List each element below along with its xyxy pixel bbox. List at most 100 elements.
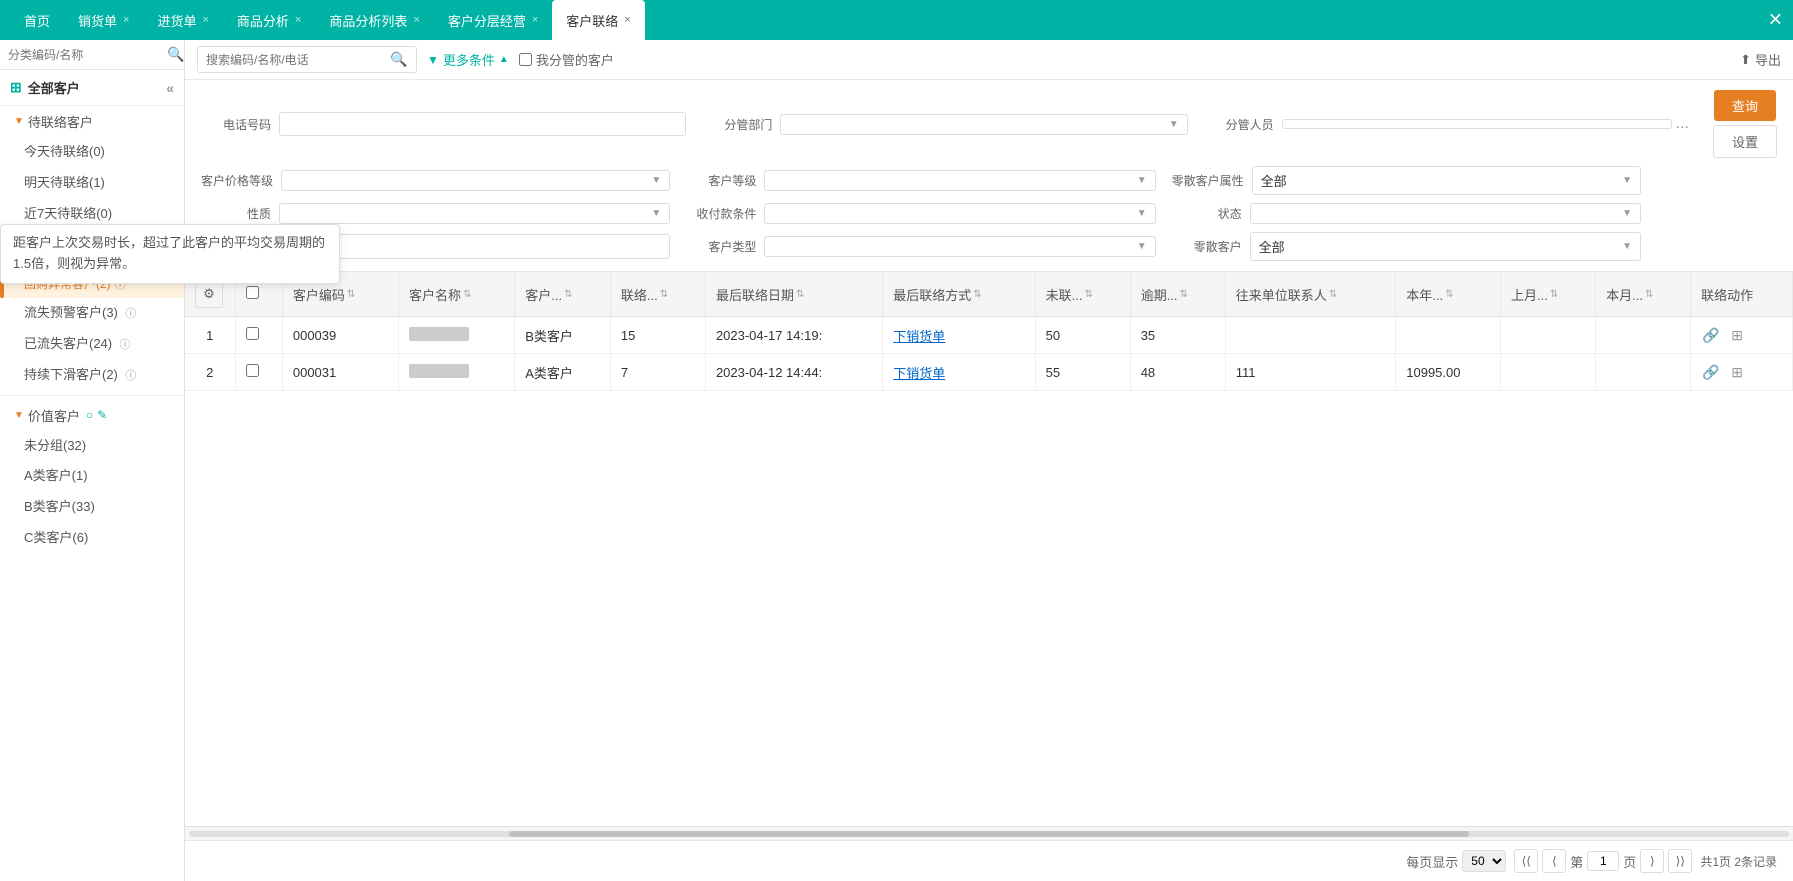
my-customers-checkbox[interactable]: [519, 53, 532, 66]
status-select[interactable]: ▼: [1250, 203, 1641, 224]
scatter-attr-select[interactable]: 全部 ▼: [1252, 166, 1641, 195]
page-number-input[interactable]: [1587, 851, 1619, 871]
more-conditions-arrow: ▲: [499, 54, 509, 65]
prev-page-btn[interactable]: ⟨: [1542, 849, 1566, 873]
col-this-year[interactable]: 本年... ⇅: [1396, 272, 1501, 317]
col-overdue[interactable]: 逾期... ⇅: [1130, 272, 1225, 317]
col-customer-class[interactable]: 客户... ⇅: [515, 272, 611, 317]
window-close-button[interactable]: ✕: [1768, 10, 1783, 31]
customer-level-select[interactable]: ▼: [764, 170, 1155, 191]
value-group-edit-icon[interactable]: ✎: [97, 408, 107, 422]
my-customers-filter[interactable]: 我分管的客户: [519, 50, 614, 69]
manager-select[interactable]: [1282, 119, 1672, 129]
my-customers-label: 我分管的客户: [536, 50, 614, 69]
sidebar-value-c[interactable]: C类客户(6): [0, 523, 184, 554]
next-page-btn[interactable]: ⟩: [1640, 849, 1664, 873]
sidebar-collapse-btn[interactable]: «: [166, 80, 174, 96]
sidebar-value-a[interactable]: A类客户(1): [0, 461, 184, 492]
close-product-analysis-list-tab[interactable]: ×: [413, 14, 419, 26]
nav-purchase[interactable]: 进货单 ×: [143, 0, 222, 40]
row2-contact-person: 111: [1225, 354, 1396, 391]
row2-grid-icon[interactable]: ⊞: [1727, 362, 1747, 382]
customer-level-arrow: ▼: [1137, 175, 1147, 186]
close-customer-contact-tab[interactable]: ×: [624, 14, 630, 26]
price-level-label: 客户价格等级: [201, 172, 273, 189]
col-uncontacted[interactable]: 未联... ⇅: [1035, 272, 1130, 317]
sidebar-value-b[interactable]: B类客户(33): [0, 492, 184, 523]
close-purchase-tab[interactable]: ×: [202, 14, 208, 26]
sidebar-today-pending[interactable]: 今天待联络(0): [0, 137, 184, 168]
sidebar-lost-pre[interactable]: 流失预警客户(3) ⓘ: [0, 298, 184, 329]
col-last-contact-method[interactable]: 最后联络方式 ⇅: [883, 272, 1035, 317]
row2-code[interactable]: 000031: [282, 354, 398, 391]
filter-row-4: ... 客户类型 ▼ 零散客户 全部: [201, 232, 1777, 261]
code-sort-icon: ⇅: [347, 289, 355, 300]
row2-select-checkbox[interactable]: [246, 364, 259, 377]
col-contact-count[interactable]: 联络... ⇅: [610, 272, 705, 317]
sidebar-search-input[interactable]: [8, 48, 163, 62]
top-nav: 首页 销货单 × 进货单 × 商品分析 × 商品分析列表 × 客户分层经营 × …: [0, 0, 1793, 40]
filter-icon: ▼: [427, 53, 439, 67]
sidebar-value-customers-header[interactable]: ▼ 价值客户 ○ ✎: [0, 400, 184, 431]
scroll-thumb[interactable]: [509, 831, 1469, 837]
scatter-customer-select[interactable]: 全部 ▼: [1250, 232, 1641, 261]
col-last-contact-date[interactable]: 最后联络日期 ⇅: [705, 272, 882, 317]
sidebar-continuous-drop[interactable]: 持续下滑客户(2) ⓘ: [0, 360, 184, 391]
main-search-icon[interactable]: 🔍: [390, 51, 407, 68]
nature-select[interactable]: ▼: [279, 203, 670, 224]
all-customers-label: 全部客户: [28, 78, 80, 97]
per-page-select[interactable]: 50: [1462, 850, 1506, 872]
sidebar-tomorrow-pending[interactable]: 明天待联络(1): [0, 168, 184, 199]
manager-dots[interactable]: ...: [1676, 115, 1689, 133]
col-contact-person[interactable]: 往来单位联系人 ⇅: [1225, 272, 1396, 317]
sidebar-value-unassigned[interactable]: 未分组(32): [0, 431, 184, 462]
row1-code[interactable]: 000039: [282, 317, 398, 354]
close-product-analysis-tab[interactable]: ×: [295, 14, 301, 26]
col-customer-name[interactable]: 客户名称 ⇅: [399, 272, 515, 317]
query-button[interactable]: 查询: [1714, 90, 1776, 121]
sidebar: 🔍 ⊞ 全部客户 « ▼ 待联络客户 今天待联络(0) 明天: [0, 40, 185, 881]
payment-select[interactable]: ▼: [764, 203, 1155, 224]
filter-row-1: 电话号码 分管部门 ▼ 分管人员: [201, 90, 1777, 158]
price-level-select[interactable]: ▼: [281, 170, 670, 191]
setting-button[interactable]: 设置: [1713, 125, 1777, 158]
row2-this-year: 10995.00: [1396, 354, 1501, 391]
nav-customer-contact[interactable]: 客户联络 ×: [552, 0, 644, 40]
row2-uncontacted: 55: [1035, 354, 1130, 391]
row2-last-method[interactable]: 下销货单: [883, 354, 1035, 391]
main-search-input[interactable]: [206, 53, 386, 67]
phone-input[interactable]: [279, 112, 686, 136]
row2-link-icon[interactable]: 🔗: [1701, 362, 1721, 382]
sidebar-pending-group[interactable]: ▼ 待联络客户: [0, 106, 184, 137]
dept-select[interactable]: ▼: [780, 114, 1187, 135]
col-this-month[interactable]: 本月... ⇅: [1596, 272, 1691, 317]
close-sales-tab[interactable]: ×: [123, 14, 129, 26]
close-customer-stratification-tab[interactable]: ×: [532, 14, 538, 26]
nav-product-analysis-list[interactable]: 商品分析列表 ×: [315, 0, 433, 40]
last-page-btn[interactable]: ⟩⟩: [1668, 849, 1692, 873]
row1-grid-icon[interactable]: ⊞: [1727, 325, 1747, 345]
select-all-checkbox[interactable]: [246, 286, 259, 299]
more-conditions-btn[interactable]: ▼ 更多条件 ▲: [427, 50, 509, 69]
pending-group-label: 待联络客户: [28, 112, 93, 131]
export-button[interactable]: ⬆ 导出: [1740, 50, 1781, 69]
row1-select-checkbox[interactable]: [246, 327, 259, 340]
filter-bar: 🔍 ▼ 更多条件 ▲ 我分管的客户 ⬆ 导出: [185, 40, 1793, 80]
this-month-sort-icon: ⇅: [1645, 289, 1653, 300]
table-settings-btn[interactable]: ⚙: [195, 280, 223, 308]
sidebar-already-lost[interactable]: 已流失客户(24) ⓘ: [0, 329, 184, 360]
row1-last-method[interactable]: 下销货单: [883, 317, 1035, 354]
nav-customer-stratification[interactable]: 客户分层经营 ×: [434, 0, 552, 40]
row1-link-icon[interactable]: 🔗: [1701, 325, 1721, 345]
col-last-month[interactable]: 上月... ⇅: [1501, 272, 1596, 317]
nav-home[interactable]: 首页: [10, 0, 64, 40]
first-page-btn[interactable]: ⟨⟨: [1514, 849, 1538, 873]
sidebar-search-icon[interactable]: 🔍: [167, 46, 184, 63]
horizontal-scrollbar[interactable]: [185, 826, 1793, 840]
sidebar-all-customers-header: ⊞ 全部客户 «: [0, 70, 184, 106]
nav-sales[interactable]: 销货单 ×: [64, 0, 143, 40]
class-sort-icon: ⇅: [564, 289, 572, 300]
nav-product-analysis[interactable]: 商品分析 ×: [223, 0, 315, 40]
customer-type-select[interactable]: ▼: [764, 236, 1155, 257]
continuous-drop-info-icon: ⓘ: [125, 370, 136, 382]
